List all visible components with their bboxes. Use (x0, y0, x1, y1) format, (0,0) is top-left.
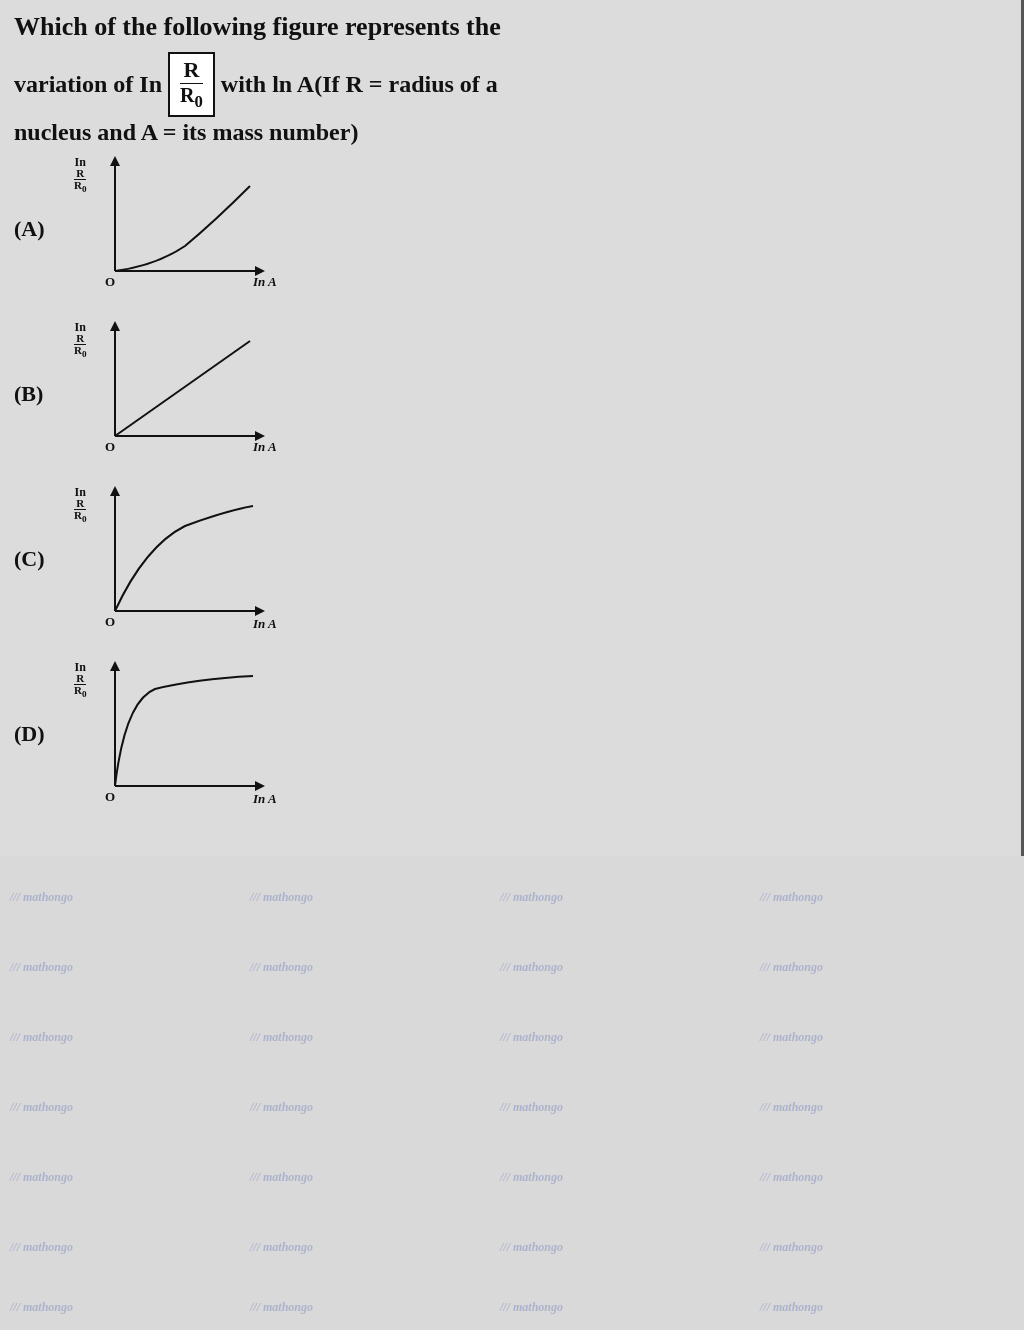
watermark: /// mathongo (760, 1030, 823, 1045)
watermark: /// mathongo (10, 1030, 73, 1045)
fraction-numerator: R (180, 57, 203, 84)
option-d-row: (D) In R R0 (14, 661, 1010, 826)
watermark: /// mathongo (10, 1300, 73, 1315)
option-c-label: (C) (14, 486, 62, 572)
svg-text:In A: In A (252, 616, 277, 631)
option-b-svg: O In A (95, 321, 285, 466)
svg-marker-22 (255, 781, 265, 791)
watermark: /// mathongo (10, 1100, 73, 1115)
fraction-denominator: R0 (180, 84, 203, 112)
watermark: /// mathongo (500, 1030, 563, 1045)
watermark: /// mathongo (10, 890, 73, 905)
option-a-label: (A) (14, 156, 62, 242)
svg-text:O: O (105, 614, 115, 629)
option-d-label: (D) (14, 661, 62, 747)
watermark: /// mathongo (10, 1240, 73, 1255)
main-content: Which of the following figure represents… (0, 0, 1024, 856)
svg-marker-7 (110, 321, 120, 331)
question-block: Which of the following figure represents… (14, 10, 1010, 146)
watermark: /// mathongo (500, 1100, 563, 1115)
watermark: /// mathongo (10, 1170, 73, 1185)
watermark: /// mathongo (760, 890, 823, 905)
svg-line-10 (115, 341, 250, 436)
option-d-graph: In R R0 (70, 661, 290, 826)
watermark: /// mathongo (10, 960, 73, 975)
option-b-graph: In R R0 (70, 321, 290, 476)
option-a-row: (A) In R R0 (14, 156, 1010, 311)
question-line1: Which of the following figure represents… (14, 10, 1010, 44)
watermark: /// mathongo (500, 1240, 563, 1255)
watermark: /// mathongo (250, 1240, 313, 1255)
option-d-svg: O In A (95, 661, 285, 816)
watermark: /// mathongo (250, 960, 313, 975)
watermark: /// mathongo (760, 1240, 823, 1255)
variation-text: variation of In (14, 71, 162, 98)
svg-marker-14 (110, 486, 120, 496)
page-wrapper: /// mathongo /// mathongo /// mathongo /… (0, 0, 1024, 1330)
watermark: /// mathongo (250, 1100, 313, 1115)
svg-marker-1 (110, 156, 120, 166)
watermark: /// mathongo (250, 1300, 313, 1315)
watermark: /// mathongo (760, 960, 823, 975)
option-c-svg: O In A (95, 486, 285, 641)
option-a-svg: O In A (95, 156, 285, 301)
option-c-y-label: In R R0 (72, 486, 89, 524)
question-text-line1: Which of the following figure represents… (14, 12, 501, 41)
with-text: with ln A(If R = radius of a (221, 71, 498, 98)
watermark: /// mathongo (250, 890, 313, 905)
watermark: /// mathongo (500, 1170, 563, 1185)
svg-text:In A: In A (252, 274, 277, 289)
option-b-label: (B) (14, 321, 62, 407)
option-d-y-label: In R R0 (72, 661, 89, 699)
watermark: /// mathongo (250, 1170, 313, 1185)
svg-text:O: O (105, 274, 115, 289)
watermark: /// mathongo (760, 1100, 823, 1115)
watermark: /// mathongo (760, 1300, 823, 1315)
watermark: /// mathongo (500, 1300, 563, 1315)
svg-text:In A: In A (252, 791, 277, 806)
watermark: /// mathongo (760, 1170, 823, 1185)
options-container: (A) In R R0 (14, 156, 1010, 836)
watermark: /// mathongo (250, 1030, 313, 1045)
watermark: /// mathongo (500, 890, 563, 905)
svg-marker-20 (110, 661, 120, 671)
svg-text:O: O (105, 439, 115, 454)
question-line2: variation of In R R0 with ln A(If R = ra… (14, 52, 1010, 117)
svg-text:In A: In A (252, 439, 277, 454)
option-b-y-label: In R R0 (72, 321, 89, 359)
svg-text:O: O (105, 789, 115, 804)
option-b-row: (B) In R R0 (14, 321, 1010, 476)
option-a-y-label: In R R0 (72, 156, 89, 194)
option-a-graph: In R R0 (70, 156, 290, 311)
option-c-graph: In R R0 (70, 486, 290, 651)
fraction-box: R R0 (168, 52, 215, 117)
watermark: /// mathongo (500, 960, 563, 975)
svg-marker-16 (255, 606, 265, 616)
question-line3: nucleus and A = its mass number) (14, 119, 1010, 146)
option-c-row: (C) In R R0 (14, 486, 1010, 651)
